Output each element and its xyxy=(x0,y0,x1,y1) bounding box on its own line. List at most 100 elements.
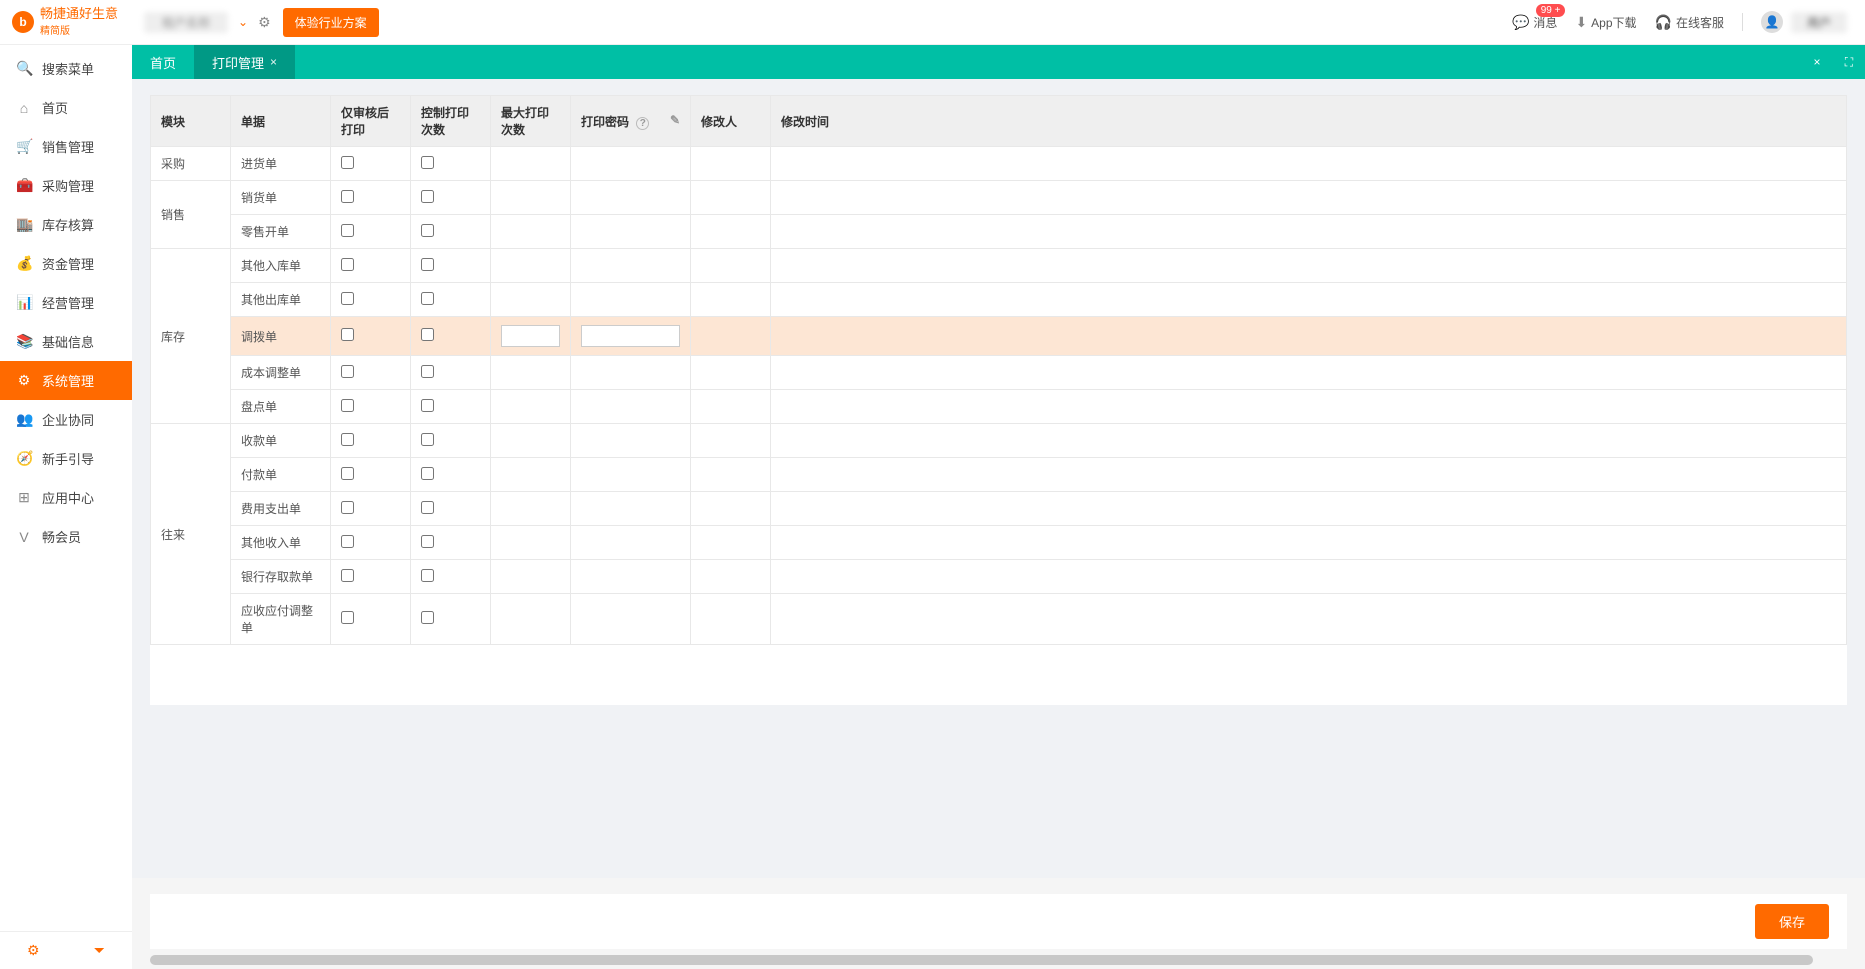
modify-time-cell xyxy=(771,424,1847,458)
control-times-checkbox[interactable] xyxy=(421,611,434,624)
print-settings-table: 模块 单据 仅审核后打印 控制打印次数 最大打印次数 打印密码 ? ✎ xyxy=(150,95,1847,645)
control-times-checkbox[interactable] xyxy=(421,433,434,446)
tab-print-management[interactable]: 打印管理 × xyxy=(194,45,295,79)
user-menu[interactable]: 👤 用户 xyxy=(1755,7,1853,37)
control-times-checkbox[interactable] xyxy=(421,569,434,582)
sidebar-item-basic-info[interactable]: 📚基础信息 xyxy=(0,322,132,361)
doc-cell: 盘点单 xyxy=(231,390,331,424)
only-after-audit-checkbox[interactable] xyxy=(341,190,354,203)
control-times-checkbox[interactable] xyxy=(421,365,434,378)
tab-home[interactable]: 首页 xyxy=(132,45,194,79)
sidebar-item-newbie[interactable]: 🧭新手引导 xyxy=(0,439,132,478)
sidebar-item-apps[interactable]: ⊞应用中心 xyxy=(0,478,132,517)
only-after-audit-checkbox[interactable] xyxy=(341,258,354,271)
only-after-audit-checkbox[interactable] xyxy=(341,328,354,341)
control-times-cell xyxy=(411,458,491,492)
modifier-cell xyxy=(691,424,771,458)
online-service-button[interactable]: 🎧 在线客服 xyxy=(1649,10,1730,35)
only-after-audit-checkbox[interactable] xyxy=(341,399,354,412)
sidebar-item-collab[interactable]: 👥企业协同 xyxy=(0,400,132,439)
tab-close-all-icon[interactable]: × xyxy=(1801,45,1833,79)
only-after-audit-checkbox[interactable] xyxy=(341,292,354,305)
modify-time-cell xyxy=(771,458,1847,492)
table-row: 其他收入单 xyxy=(151,526,1847,560)
sidebar-item-label: 基础信息 xyxy=(42,332,94,351)
doc-cell: 其他出库单 xyxy=(231,283,331,317)
help-icon[interactable]: ? xyxy=(636,117,649,130)
save-button[interactable]: 保存 xyxy=(1755,904,1829,939)
sidebar-item-inventory[interactable]: 🏬库存核算 xyxy=(0,205,132,244)
control-times-checkbox[interactable] xyxy=(421,156,434,169)
control-times-checkbox[interactable] xyxy=(421,399,434,412)
messages-button[interactable]: 💬 消息 99 + xyxy=(1506,10,1563,35)
control-times-cell xyxy=(411,249,491,283)
scrollbar-thumb[interactable] xyxy=(150,955,1813,965)
th-module: 模块 xyxy=(151,96,231,147)
brand-logo-icon: b xyxy=(12,11,34,33)
sidebar-item-home[interactable]: ⌂首页 xyxy=(0,88,132,127)
control-times-checkbox[interactable] xyxy=(421,328,434,341)
max-times-cell xyxy=(491,458,571,492)
modify-time-cell xyxy=(771,249,1847,283)
only-after-audit-checkbox[interactable] xyxy=(341,467,354,480)
password-cell xyxy=(571,458,691,492)
password-cell xyxy=(571,526,691,560)
modifier-cell xyxy=(691,492,771,526)
fullscreen-icon[interactable]: ⛶ xyxy=(1833,45,1865,79)
control-times-checkbox[interactable] xyxy=(421,224,434,237)
password-cell xyxy=(571,424,691,458)
modifier-cell xyxy=(691,356,771,390)
password-cell xyxy=(571,317,691,356)
sidebar-item-operation[interactable]: 📊经营管理 xyxy=(0,283,132,322)
close-icon[interactable]: × xyxy=(270,55,277,69)
only-after-audit-checkbox[interactable] xyxy=(341,501,354,514)
tenant-name: 租户名称 xyxy=(144,12,228,33)
only-after-audit-checkbox[interactable] xyxy=(341,365,354,378)
gear-icon[interactable]: ⚙ xyxy=(258,14,271,31)
system-mgmt-icon: ⚙ xyxy=(16,372,32,389)
password-input[interactable] xyxy=(581,325,680,347)
funds-icon: 💰 xyxy=(16,255,32,272)
control-times-checkbox[interactable] xyxy=(421,258,434,271)
only-after-audit-checkbox[interactable] xyxy=(341,535,354,548)
modifier-cell xyxy=(691,458,771,492)
app-download-button[interactable]: ⬇ App下载 xyxy=(1569,10,1642,35)
password-cell xyxy=(571,249,691,283)
only-after-audit-checkbox[interactable] xyxy=(341,224,354,237)
only-after-audit-checkbox[interactable] xyxy=(341,611,354,624)
control-times-checkbox[interactable] xyxy=(421,501,434,514)
sidebar-item-search-menu[interactable]: 🔍搜索菜单 xyxy=(0,49,132,88)
tenant-selector[interactable]: 租户名称 ⌄ ⚙ xyxy=(144,12,271,33)
sidebar-item-vip[interactable]: V畅会员 xyxy=(0,517,132,556)
only-after-audit-cell xyxy=(331,215,411,249)
collapse-icon[interactable]: ⏷ xyxy=(94,942,105,959)
control-times-checkbox[interactable] xyxy=(421,535,434,548)
control-times-checkbox[interactable] xyxy=(421,292,434,305)
edit-icon[interactable]: ✎ xyxy=(670,113,680,127)
search-menu-icon: 🔍 xyxy=(16,60,32,77)
sidebar-item-purchase-mgmt[interactable]: 🧰采购管理 xyxy=(0,166,132,205)
only-after-audit-checkbox[interactable] xyxy=(341,433,354,446)
max-times-input[interactable] xyxy=(501,325,560,347)
control-times-cell xyxy=(411,215,491,249)
headset-icon: 🎧 xyxy=(1655,14,1672,31)
sidebar-item-system-mgmt[interactable]: ⚙系统管理 xyxy=(0,361,132,400)
sidebar-item-sales-mgmt[interactable]: 🛒销售管理 xyxy=(0,127,132,166)
control-times-checkbox[interactable] xyxy=(421,190,434,203)
modifier-cell xyxy=(691,249,771,283)
th-doc: 单据 xyxy=(231,96,331,147)
industry-plan-button[interactable]: 体验行业方案 xyxy=(283,8,379,37)
control-times-checkbox[interactable] xyxy=(421,467,434,480)
control-times-cell xyxy=(411,181,491,215)
operation-icon: 📊 xyxy=(16,294,32,311)
only-after-audit-checkbox[interactable] xyxy=(341,569,354,582)
settings-icon[interactable]: ⚙ xyxy=(27,942,40,959)
app-download-label: App下载 xyxy=(1591,14,1636,31)
tab-print-management-label: 打印管理 xyxy=(212,53,264,72)
horizontal-scrollbar[interactable] xyxy=(150,955,1847,965)
only-after-audit-checkbox[interactable] xyxy=(341,156,354,169)
topbar: b 畅捷通好生意 精简版 租户名称 ⌄ ⚙ 体验行业方案 💬 消息 99 + ⬇… xyxy=(0,0,1865,45)
download-icon: ⬇ xyxy=(1575,14,1587,31)
sidebar-item-funds[interactable]: 💰资金管理 xyxy=(0,244,132,283)
table-row: 零售开单 xyxy=(151,215,1847,249)
